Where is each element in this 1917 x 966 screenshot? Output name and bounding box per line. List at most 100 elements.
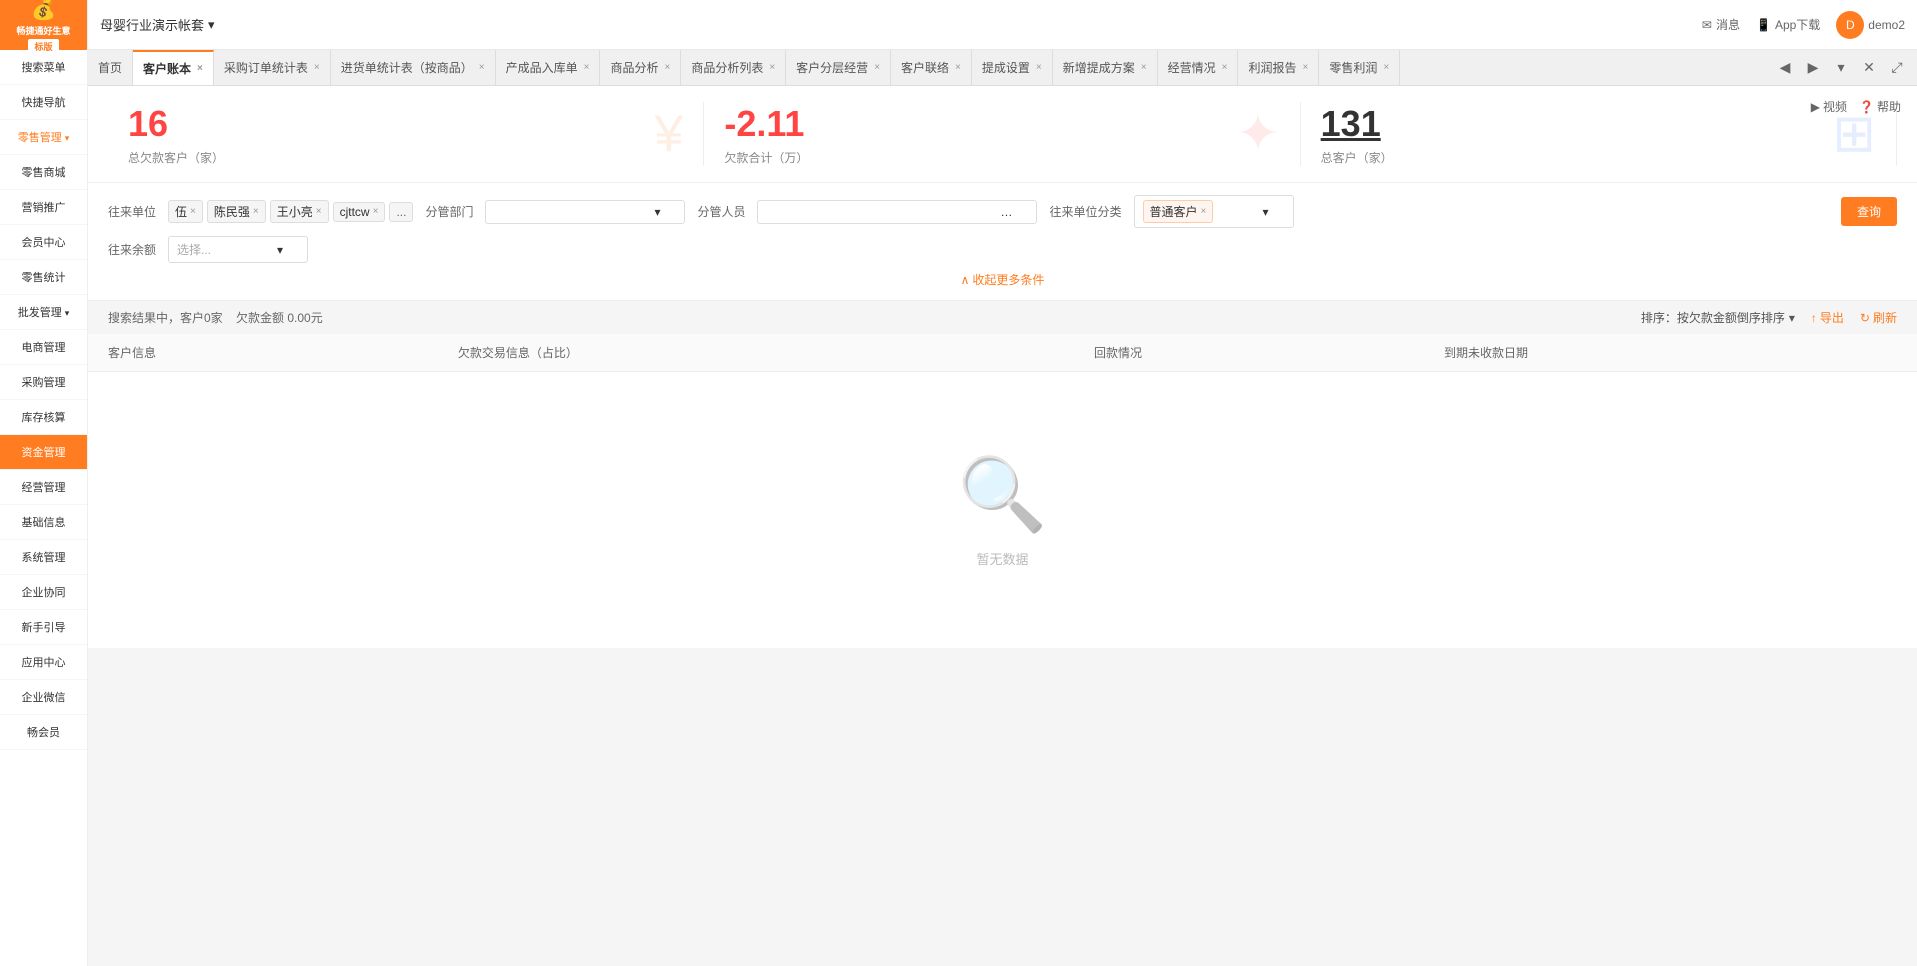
collapse-btn[interactable]: ∧ 收起更多条件 <box>108 271 1897 288</box>
unit-tag-wu[interactable]: 伍 × <box>168 200 203 223</box>
video-btn[interactable]: ▶ 视频 <box>1811 98 1847 115</box>
account-selector[interactable]: 母婴行业演示帐套 ▾ <box>100 15 215 34</box>
results-summary: 搜索结果中，客户0家 欠款金额 0.00元 <box>108 309 323 326</box>
table-container: 客户信息 欠款交易信息（占比） 回款情况 到期未收款日期 🔍 暂无数据 <box>88 334 1917 648</box>
remove-category-icon[interactable]: × <box>1201 206 1207 217</box>
sidebar-item-1[interactable]: 快捷导航 <box>0 85 87 120</box>
sidebar-item-9[interactable]: 采购管理 <box>0 365 87 400</box>
tab-label-10: 新增提成方案 <box>1063 59 1135 76</box>
tab-1[interactable]: 客户账本× <box>133 50 214 85</box>
person-filter-label: 分管人员 <box>697 203 745 220</box>
sidebar-item-0[interactable]: 搜索菜单 <box>0 50 87 85</box>
tab-close-5[interactable]: × <box>664 62 670 73</box>
tab-label-12: 利润报告 <box>1248 59 1296 76</box>
tab-close-9[interactable]: × <box>1036 62 1042 73</box>
sidebar-item-19[interactable]: 畅会员 <box>0 715 87 750</box>
tab-label-8: 客户联络 <box>901 59 949 76</box>
tab-fullscreen-btn[interactable]: ⤢ <box>1885 56 1909 80</box>
results-text: 搜索结果中，客户0家 <box>108 311 223 325</box>
tab-label-6: 商品分析列表 <box>691 59 763 76</box>
unit-tag-chen[interactable]: 陈民强 × <box>207 200 266 223</box>
sidebar-item-13[interactable]: 基础信息 <box>0 505 87 540</box>
dept-select[interactable]: ▾ <box>485 200 685 224</box>
tab-close-2[interactable]: × <box>314 62 320 73</box>
sidebar-item-10[interactable]: 库存核算 <box>0 400 87 435</box>
tab-11[interactable]: 经营情况× <box>1158 50 1239 85</box>
unit-tag-cjttcw[interactable]: cjttcw × <box>333 202 386 222</box>
logo-text: 畅捷通好生意 <box>16 24 70 37</box>
tab-13[interactable]: 零售利润 × <box>1319 50 1400 85</box>
remove-wu-icon[interactable]: × <box>190 206 196 217</box>
tab-close-10[interactable]: × <box>1141 62 1147 73</box>
tab-12[interactable]: 利润报告 × <box>1238 50 1319 85</box>
sidebar-item-6[interactable]: 零售统计 <box>0 260 87 295</box>
sidebar-item-8[interactable]: 电商管理 <box>0 330 87 365</box>
tab-2[interactable]: 采购订单统计表× <box>214 50 331 85</box>
sidebar-item-5[interactable]: 会员中心 <box>0 225 87 260</box>
tab-close-13[interactable]: × <box>1383 62 1389 73</box>
sidebar-item-17[interactable]: 应用中心 <box>0 645 87 680</box>
tab-9[interactable]: 提成设置× <box>972 50 1053 85</box>
banner-actions: ▶ 视频 ❓ 帮助 <box>1811 98 1901 115</box>
tab-close-12[interactable]: × <box>1302 62 1308 73</box>
sidebar-item-16[interactable]: 新手引导 <box>0 610 87 645</box>
category-select[interactable]: 普通客户 × ▾ <box>1134 195 1294 228</box>
tab-close-11[interactable]: × <box>1222 62 1228 73</box>
refresh-label: 刷新 <box>1873 309 1897 326</box>
topbar: 母婴行业演示帐套 ▾ ✉ 消息 📱 App下载 D demo2 <box>88 0 1917 50</box>
sidebar-item-12[interactable]: 经营管理 <box>0 470 87 505</box>
tab-0[interactable]: 首页 <box>88 50 133 85</box>
tab-3[interactable]: 进货单统计表（按商品）× <box>331 50 496 85</box>
tab-7[interactable]: 客户分层经营× <box>786 50 891 85</box>
app-download-btn[interactable]: 📱 App下载 <box>1756 16 1820 33</box>
unit-tag-wang[interactable]: 王小亮 × <box>270 200 329 223</box>
user-menu[interactable]: D demo2 <box>1836 11 1905 39</box>
sidebar-item-11[interactable]: 资金管理 <box>0 435 87 470</box>
message-label: 消息 <box>1716 16 1740 33</box>
remove-wang-icon[interactable]: × <box>316 206 322 217</box>
tab-close-3[interactable]: × <box>479 62 485 73</box>
tab-10[interactable]: 新增提成方案 × <box>1053 50 1158 85</box>
tab-close-all-btn[interactable]: ✕ <box>1857 56 1881 80</box>
tab-next-btn[interactable]: ▶ <box>1801 56 1825 80</box>
sidebar-item-14[interactable]: 系统管理 <box>0 540 87 575</box>
message-btn[interactable]: ✉ 消息 <box>1702 16 1740 33</box>
sidebar-item-15[interactable]: 企业协同 <box>0 575 87 610</box>
sidebar-item-18[interactable]: 企业微信 <box>0 680 87 715</box>
balance-select[interactable]: 选择... ▾ <box>168 236 308 263</box>
sidebar-item-4[interactable]: 营销推广 <box>0 190 87 225</box>
balance-placeholder: 选择... <box>177 241 211 258</box>
unit-filter-tags: 伍 × 陈民强 × 王小亮 × cjttcw × <box>168 200 413 223</box>
tab-close-8[interactable]: × <box>955 62 961 73</box>
arrow-icon: ▾ <box>65 308 70 318</box>
sort-select[interactable]: 排序：按欠款金额倒序排序 ▾ <box>1641 309 1795 326</box>
help-btn[interactable]: ❓ 帮助 <box>1859 98 1901 115</box>
sidebar-item-3[interactable]: 零售商城 <box>0 155 87 190</box>
remove-chen-icon[interactable]: × <box>253 206 259 217</box>
tab-6[interactable]: 商品分析列表 × <box>681 50 786 85</box>
tab-close-6[interactable]: × <box>769 62 775 73</box>
query-button[interactable]: 查询 <box>1841 197 1897 226</box>
tab-close-1[interactable]: × <box>197 63 203 74</box>
tab-prev-btn[interactable]: ◀ <box>1773 56 1797 80</box>
person-select[interactable]: … <box>757 200 1037 224</box>
tab-4[interactable]: 产成品入库单× <box>496 50 601 85</box>
tab-5[interactable]: 商品分析× <box>600 50 681 85</box>
tab-expand-btn[interactable]: ▾ <box>1829 56 1853 80</box>
refresh-btn[interactable]: ↻ 刷新 <box>1860 309 1897 326</box>
tab-8[interactable]: 客户联络 × <box>891 50 972 85</box>
sidebar-item-7[interactable]: 批发管理 ▾ <box>0 295 87 330</box>
remove-cjttcw-icon[interactable]: × <box>373 206 379 217</box>
tab-close-7[interactable]: × <box>874 62 880 73</box>
category-tag-normal[interactable]: 普通客户 × <box>1143 200 1214 223</box>
tab-label-13: 零售利润 <box>1329 59 1377 76</box>
tab-close-4[interactable]: × <box>584 62 590 73</box>
sort-label: 排序：按欠款金额倒序排序 <box>1641 309 1785 326</box>
col-due-date: 到期未收款日期 <box>1424 334 1917 372</box>
collapse-label: 收起更多条件 <box>972 271 1044 288</box>
unit-tag-more[interactable]: ... <box>389 202 413 222</box>
export-btn[interactable]: ↑ 导出 <box>1811 309 1844 326</box>
stat-item-amount: -2.11 欠款合计（万） ✦ <box>704 102 1300 166</box>
avatar: D <box>1836 11 1864 39</box>
sidebar-item-2[interactable]: 零售管理 ▾ <box>0 120 87 155</box>
